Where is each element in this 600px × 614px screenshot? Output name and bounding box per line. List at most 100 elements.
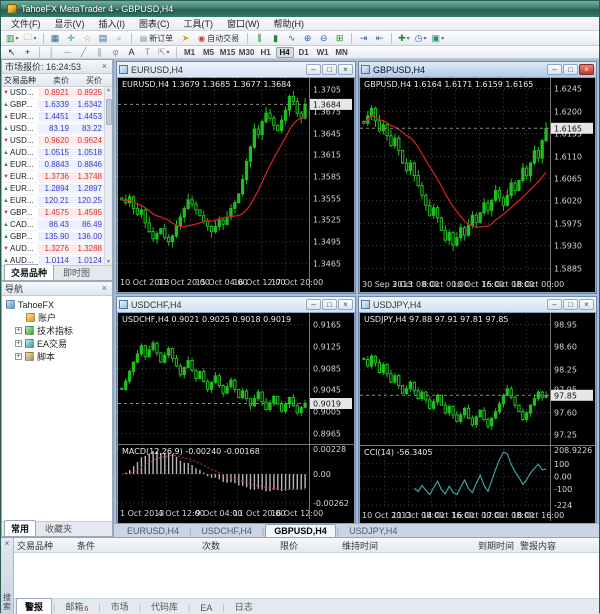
market-watch-row[interactable]: ▲AUD...1.01141.0124 — [2, 255, 112, 265]
fibonacci-icon[interactable]: φ — [108, 46, 123, 59]
menu-item-help[interactable]: 帮助(H) — [268, 16, 311, 31]
chart-tab-usdchf[interactable]: USDCHF,H4 — [192, 524, 261, 537]
minimize-icon[interactable]: – — [306, 64, 321, 75]
new-chart-icon[interactable]: ▥▾ — [4, 32, 21, 45]
market-watch-col-0[interactable]: 交易品种 — [2, 74, 38, 86]
mql-community-icon[interactable]: ➤ — [178, 32, 193, 45]
market-watch-row[interactable]: ▲GBP...135.90136.00 — [2, 231, 112, 243]
auto-scroll-icon[interactable]: ⇥ — [356, 32, 371, 45]
templates-icon[interactable]: ▣▾ — [430, 32, 447, 45]
chart-canvas-usdchf[interactable]: 0.91650.91250.90850.90450.90050.89650.90… — [117, 312, 355, 524]
chart-shift-icon[interactable]: ⇤ — [372, 32, 387, 45]
minimize-icon[interactable]: – — [547, 64, 562, 75]
market-watch-tab-1[interactable]: 即时图 — [56, 264, 97, 280]
horizontal-line-icon[interactable]: ─ — [60, 46, 75, 59]
bar-chart-icon[interactable]: ⫼ — [252, 32, 267, 45]
terminal-tab-4[interactable]: EA — [191, 601, 221, 614]
market-watch-row[interactable]: ▼USD...0.96200.9624 — [2, 135, 112, 147]
navigator-tab-1[interactable]: 收藏夹 — [38, 520, 79, 536]
chart-window-titlebar[interactable]: EURUSD,H4–□× — [117, 62, 355, 77]
timeframe-m1[interactable]: M1 — [181, 47, 199, 58]
terminal-body[interactable] — [14, 553, 599, 598]
candlestick-icon[interactable]: ▮ — [268, 32, 283, 45]
scroll-thumb[interactable] — [106, 99, 112, 125]
minimize-icon[interactable]: – — [306, 299, 321, 310]
market-watch-row[interactable]: ▼EUR...1.37361.3748 — [2, 171, 112, 183]
navigator-item-1[interactable]: +技术指标 — [2, 324, 112, 337]
cursor-icon[interactable]: ↖ — [4, 46, 19, 59]
terminal-side-strip[interactable]: × 搜索 — [1, 538, 14, 614]
zoom-out-icon[interactable]: ⊖ — [316, 32, 331, 45]
market-watch-row[interactable]: ▲EUR...120.21120.25 — [2, 195, 112, 207]
close-icon[interactable]: × — [100, 284, 109, 293]
periods-icon[interactable]: ◷▾ — [413, 32, 429, 45]
indicators-icon[interactable]: ✚▾ — [396, 32, 412, 45]
expand-icon[interactable]: + — [15, 353, 22, 360]
close-icon[interactable]: × — [5, 539, 10, 548]
terminal-icon[interactable]: ▤ — [96, 32, 111, 45]
restore-icon[interactable]: □ — [563, 299, 578, 310]
market-watch-row[interactable]: ▼GBP...1.45751.4585 — [2, 207, 112, 219]
restore-icon[interactable]: □ — [322, 64, 337, 75]
chart-window-titlebar[interactable]: GBPUSD,H4–□× — [359, 62, 596, 77]
chart-canvas-usdjpy[interactable]: 98.9598.6098.2597.9597.6097.2597.85USDJP… — [359, 312, 596, 524]
timeframe-m30[interactable]: M30 — [238, 47, 256, 58]
market-watch-row[interactable]: ▲EUR...1.28941.2897 — [2, 183, 112, 195]
menu-item-file[interactable]: 文件(F) — [5, 16, 47, 31]
timeframe-mn[interactable]: MN — [333, 47, 351, 58]
scroll-down-icon[interactable]: ▼ — [106, 259, 111, 265]
navigator-tab-0[interactable]: 常用 — [4, 520, 36, 536]
line-chart-icon[interactable]: ∿ — [284, 32, 299, 45]
navigator-root[interactable]: TahoeFX — [2, 298, 112, 311]
market-watch-col-1[interactable]: 卖价 — [38, 74, 71, 86]
market-watch-header[interactable]: 交易品种卖价买价 — [2, 74, 112, 87]
expand-icon[interactable]: + — [15, 340, 22, 347]
close-icon[interactable]: × — [338, 64, 353, 75]
chart-window-titlebar[interactable]: USDCHF,H4–□× — [117, 297, 355, 312]
minimize-icon[interactable]: – — [547, 299, 562, 310]
close-icon[interactable]: × — [338, 299, 353, 310]
market-watch-row[interactable]: ▼AUD...1.32761.3288 — [2, 243, 112, 255]
menu-item-insert[interactable]: 插入(I) — [93, 16, 132, 31]
close-icon[interactable]: × — [579, 299, 594, 310]
timeframe-h4[interactable]: H4 — [276, 47, 294, 58]
terminal-tab-2[interactable]: 市场 — [102, 598, 138, 614]
market-watch-row[interactable]: ▼USD...0.89210.8925 — [2, 87, 112, 99]
chart-window-titlebar[interactable]: USDJPY,H4–□× — [359, 297, 596, 312]
close-icon[interactable]: × — [579, 64, 594, 75]
text-tool-icon[interactable]: A — [124, 46, 139, 59]
menu-item-view[interactable]: 显示(V) — [49, 16, 91, 31]
chart-tab-usdjpy[interactable]: USDJPY,H4 — [340, 524, 406, 537]
trendline-icon[interactable]: ╱ — [76, 46, 91, 59]
data-window-icon[interactable]: ✛ — [64, 32, 79, 45]
auto-trading-button[interactable]: ◉自动交易 — [194, 32, 243, 45]
chart-tab-eurusd[interactable]: EURUSD,H4 — [118, 524, 188, 537]
titlebar[interactable]: TahoeFX MetaTrader 4 - GBPUSD,H4 — [1, 1, 599, 17]
expand-icon[interactable]: + — [15, 327, 22, 334]
market-watch-row[interactable]: ▲GBP...1.63391.6342 — [2, 99, 112, 111]
market-watch-row[interactable]: ▲EUR...0.88430.8846 — [2, 159, 112, 171]
strategy-tester-icon[interactable]: ⌕ — [112, 32, 127, 45]
restore-icon[interactable]: □ — [322, 299, 337, 310]
crosshair-icon[interactable]: + — [20, 46, 35, 59]
menu-item-charts[interactable]: 图表(C) — [133, 16, 176, 31]
chart-canvas-eurusd[interactable]: 1.37051.36751.36451.36151.35851.35551.35… — [117, 77, 355, 293]
text-label-icon[interactable]: T — [140, 46, 155, 59]
profiles-icon[interactable]: 🗀▾ — [22, 32, 39, 45]
market-watch-row[interactable]: ▲EUR...1.44511.4453 — [2, 111, 112, 123]
terminal-tab-0[interactable]: 警报 — [16, 598, 52, 614]
timeframe-m15[interactable]: M15 — [219, 47, 237, 58]
chart-canvas-gbpusd[interactable]: 1.62451.62001.61551.61101.60651.60201.59… — [359, 77, 596, 293]
terminal-tab-1[interactable]: 邮箱6 — [56, 598, 97, 614]
terminal-tab-5[interactable]: 日志 — [226, 598, 262, 614]
vertical-line-icon[interactable]: │ — [44, 46, 59, 59]
chart-tab-gbpusd[interactable]: GBPUSD,H4 — [265, 524, 336, 537]
menu-item-tools[interactable]: 工具(T) — [178, 16, 220, 31]
menu-item-window[interactable]: 窗口(W) — [221, 16, 266, 31]
search-side-tab[interactable]: 搜索 — [2, 593, 13, 611]
navigator-item-0[interactable]: 账户 — [2, 311, 112, 324]
timeframe-h1[interactable]: H1 — [257, 47, 275, 58]
navigator-icon[interactable]: ☆ — [80, 32, 95, 45]
market-watch-scrollbar[interactable]: ▲ ▼ — [104, 87, 112, 265]
scroll-up-icon[interactable]: ▲ — [106, 87, 111, 93]
